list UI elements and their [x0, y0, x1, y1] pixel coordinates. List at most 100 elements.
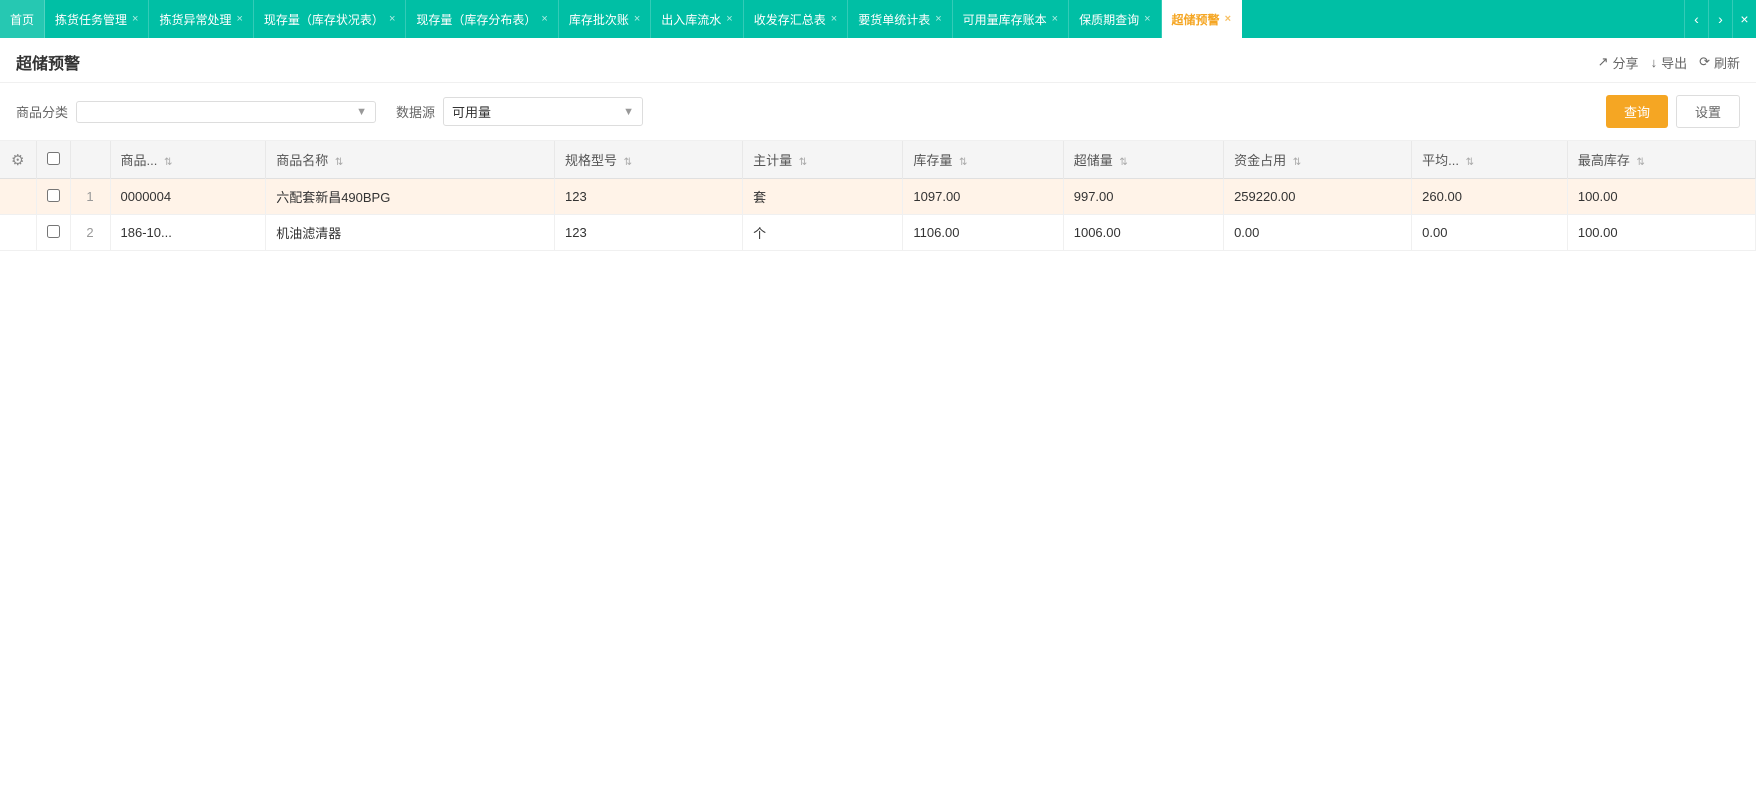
nav-item-order-stat-label: 要货单统计表 — [858, 11, 930, 28]
sort-capital-icon: ⇅ — [1293, 157, 1301, 168]
col-unit[interactable]: 主计量 ⇅ — [743, 141, 903, 179]
row-avg-cell: 260.00 — [1412, 179, 1568, 215]
nav-item-overstock[interactable]: 超储预警 × — [1162, 0, 1242, 38]
row-goods-code-cell: 186-10... — [110, 215, 266, 251]
nav-item-avail-acct-label: 可用量库存账本 — [963, 11, 1047, 28]
col-overstock[interactable]: 超储量 ⇅ — [1063, 141, 1223, 179]
col-spec-label: 规格型号 — [565, 153, 617, 168]
row-spec-cell: 123 — [554, 215, 742, 251]
header-actions: ↗ 分享 ↓ 导出 ⟳ 刷新 — [1598, 53, 1740, 72]
refresh-button[interactable]: ⟳ 刷新 — [1699, 53, 1740, 72]
datasource-filter-label: 数据源 — [396, 102, 435, 121]
col-overstock-label: 超储量 — [1074, 153, 1113, 168]
datasource-filter-group: 数据源 可用量 ▼ — [396, 97, 643, 126]
refresh-label: 刷新 — [1714, 53, 1740, 72]
close-batch-acct-icon[interactable]: × — [634, 13, 640, 25]
row-max-stock-cell: 100.00 — [1567, 179, 1755, 215]
export-button[interactable]: ↓ 导出 — [1651, 53, 1688, 72]
table-header-row: ⚙ 商品... ⇅ 商品名称 ⇅ 规格型号 — [0, 141, 1756, 179]
nav-arrow-left[interactable]: ‹ — [1684, 0, 1708, 38]
row-goods-name-cell: 六配套新昌490BPG — [266, 179, 555, 215]
row-settings-cell — [0, 215, 36, 251]
nav-item-stock-status[interactable]: 现存量（库存状况表） × — [254, 0, 406, 38]
sort-avg-icon: ⇅ — [1466, 157, 1474, 168]
close-inout-flow-icon[interactable]: × — [726, 13, 732, 25]
row-checkbox-1[interactable] — [47, 225, 60, 238]
nav-item-stock-dist[interactable]: 现存量（库存分布表） × — [406, 0, 558, 38]
nav-item-quality[interactable]: 保质期查询 × — [1069, 0, 1161, 38]
row-max-stock-cell: 100.00 — [1567, 215, 1755, 251]
sort-goods-name-icon: ⇅ — [335, 157, 343, 168]
nav-item-recv-send[interactable]: 收发存汇总表 × — [744, 0, 848, 38]
sort-stock-icon: ⇅ — [959, 157, 967, 168]
col-spec[interactable]: 规格型号 ⇅ — [554, 141, 742, 179]
sort-spec-icon: ⇅ — [624, 157, 632, 168]
sort-goods-code-icon: ⇅ — [164, 157, 172, 168]
row-goods-name-cell: 机油滤清器 — [266, 215, 555, 251]
col-stock-label: 库存量 — [913, 153, 952, 168]
select-all-checkbox[interactable] — [47, 152, 60, 165]
close-abnormal-icon[interactable]: × — [236, 13, 242, 25]
nav-arrow-right[interactable]: › — [1708, 0, 1732, 38]
close-overstock-icon[interactable]: × — [1225, 13, 1231, 25]
main-content: 超储预警 ↗ 分享 ↓ 导出 ⟳ 刷新 商品分类 ▼ 数据源 — [0, 38, 1756, 800]
nav-item-avail-acct[interactable]: 可用量库存账本 × — [953, 0, 1069, 38]
nav-item-task-mgmt[interactable]: 拣货任务管理 × — [45, 0, 149, 38]
col-max-stock[interactable]: 最高库存 ⇅ — [1567, 141, 1755, 179]
nav-item-abnormal[interactable]: 拣货异常处理 × — [149, 0, 253, 38]
row-num-cell: 2 — [70, 215, 110, 251]
query-button[interactable]: 查询 — [1606, 95, 1668, 128]
row-checkbox-0[interactable] — [47, 189, 60, 202]
nav-item-order-stat[interactable]: 要货单统计表 × — [848, 0, 952, 38]
filter-area: 商品分类 ▼ 数据源 可用量 ▼ 查询 设置 — [0, 83, 1756, 141]
close-task-mgmt-icon[interactable]: × — [132, 13, 138, 25]
nav-item-inout-flow[interactable]: 出入库流水 × — [651, 0, 743, 38]
col-capital[interactable]: 资金占用 ⇅ — [1224, 141, 1412, 179]
datasource-select[interactable]: 可用量 ▼ — [443, 97, 643, 126]
close-stock-status-icon[interactable]: × — [389, 13, 395, 25]
page-header: 超储预警 ↗ 分享 ↓ 导出 ⟳ 刷新 — [0, 38, 1756, 83]
nav-item-recv-send-label: 收发存汇总表 — [754, 11, 826, 28]
row-settings-cell — [0, 179, 36, 215]
nav-item-home[interactable]: 首页 — [0, 0, 45, 38]
row-unit-cell: 套 — [743, 179, 903, 215]
nav-item-inout-flow-label: 出入库流水 — [661, 11, 721, 28]
category-arrow-icon: ▼ — [356, 106, 367, 118]
close-quality-icon[interactable]: × — [1144, 13, 1150, 25]
close-stock-dist-icon[interactable]: × — [541, 13, 547, 25]
table-settings-icon[interactable]: ⚙ — [11, 152, 24, 169]
nav-item-stock-status-label: 现存量（库存状况表） — [264, 11, 384, 28]
row-overstock-cell: 1006.00 — [1063, 215, 1223, 251]
nav-item-batch-acct-label: 库存批次账 — [569, 11, 629, 28]
row-num-cell: 1 — [70, 179, 110, 215]
category-filter-label: 商品分类 — [16, 102, 68, 121]
datasource-arrow-icon: ▼ — [623, 106, 634, 118]
nav-item-abnormal-label: 拣货异常处理 — [159, 11, 231, 28]
col-max-stock-label: 最高库存 — [1578, 153, 1630, 168]
col-goods-code-label: 商品... — [121, 153, 158, 168]
nav-arrows: ‹ › × — [1684, 0, 1756, 38]
table-row: 2 186-10... 机油滤清器 123 个 1106.00 1006.00 … — [0, 215, 1756, 251]
share-icon: ↗ — [1598, 54, 1609, 70]
nav-arrow-close[interactable]: × — [1732, 0, 1756, 38]
close-recv-send-icon[interactable]: × — [831, 13, 837, 25]
share-button[interactable]: ↗ 分享 — [1598, 53, 1639, 72]
col-avg[interactable]: 平均... ⇅ — [1412, 141, 1568, 179]
row-overstock-cell: 997.00 — [1063, 179, 1223, 215]
settings-button[interactable]: 设置 — [1676, 95, 1740, 128]
nav-item-batch-acct[interactable]: 库存批次账 × — [559, 0, 651, 38]
col-goods-name[interactable]: 商品名称 ⇅ — [266, 141, 555, 179]
category-select[interactable]: ▼ — [76, 101, 376, 123]
col-goods-code[interactable]: 商品... ⇅ — [110, 141, 266, 179]
col-unit-label: 主计量 — [753, 153, 792, 168]
col-checkbox — [36, 141, 70, 179]
col-stock[interactable]: 库存量 ⇅ — [903, 141, 1063, 179]
row-stock-cell: 1097.00 — [903, 179, 1063, 215]
close-avail-acct-icon[interactable]: × — [1052, 13, 1058, 25]
row-avg-cell: 0.00 — [1412, 215, 1568, 251]
row-spec-cell: 123 — [554, 179, 742, 215]
filter-actions: 查询 设置 — [1606, 95, 1740, 128]
col-avg-label: 平均... — [1422, 153, 1459, 168]
top-navigation: 首页 拣货任务管理 × 拣货异常处理 × 现存量（库存状况表） × 现存量（库存… — [0, 0, 1756, 38]
close-order-stat-icon[interactable]: × — [935, 13, 941, 25]
